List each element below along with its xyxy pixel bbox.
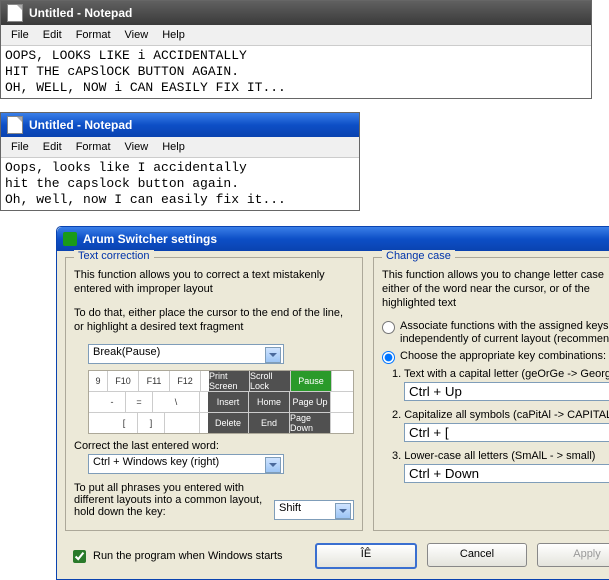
description: To do that, either place the cursor to t…	[74, 306, 354, 334]
key[interactable]: Delete	[208, 413, 249, 433]
description: This function allows you to change lette…	[382, 268, 609, 310]
key[interactable]: End	[249, 413, 290, 433]
key[interactable]: -	[99, 392, 126, 412]
shift-select[interactable]: Shift	[274, 500, 354, 520]
key[interactable]: [	[111, 413, 138, 433]
titlebar[interactable]: Arum Switcher settings ✕	[57, 227, 609, 251]
radio-label: Choose the appropriate key combinations:	[400, 350, 609, 363]
menu-edit[interactable]: Edit	[37, 27, 68, 43]
key[interactable]: F12	[170, 371, 201, 391]
window-title: Untitled - Notepad	[29, 118, 132, 132]
dropdown-value: Shift	[279, 502, 301, 514]
checkbox-label: Run the program when Windows starts	[93, 550, 283, 562]
menu-format[interactable]: Format	[70, 27, 117, 43]
opt2-input[interactable]	[404, 423, 609, 442]
menu-help[interactable]: Help	[156, 139, 191, 155]
dialog-title: Arum Switcher settings	[83, 232, 217, 246]
key[interactable]: Page Up	[290, 392, 331, 412]
key[interactable]: Home	[249, 392, 290, 412]
keyboard-preview: 9 F10 F11 F12 Print Screen Scroll Lock P…	[88, 370, 354, 434]
dialog-footer: Run the program when Windows starts ÎÊ C…	[57, 539, 609, 579]
notepad-icon	[7, 4, 23, 22]
key[interactable]: F11	[139, 371, 170, 391]
menu-file[interactable]: File	[5, 27, 35, 43]
key[interactable]: Print Screen	[209, 371, 250, 391]
common-layout-label: To put all phrases you entered with diff…	[74, 482, 268, 518]
key[interactable]	[165, 413, 200, 433]
correct-last-label: Correct the last entered word:	[74, 440, 354, 452]
opt1-input[interactable]	[404, 382, 609, 401]
key[interactable]: ]	[138, 413, 165, 433]
key[interactable]: 9	[89, 371, 108, 391]
notepad-window-after: Untitled - Notepad File Edit Format View…	[0, 112, 360, 211]
group-legend: Change case	[382, 250, 455, 262]
menu-file[interactable]: File	[5, 139, 35, 155]
key[interactable]: =	[126, 392, 153, 412]
hotkey-select[interactable]: Break(Pause)	[88, 344, 284, 364]
opt1-label: 1. Text with a capital letter (geOrGe ->…	[392, 368, 609, 380]
key[interactable]: F10	[108, 371, 139, 391]
cancel-button[interactable]: Cancel	[427, 543, 527, 567]
change-case-group: Change case This function allows you to …	[373, 257, 609, 531]
key[interactable]: Page Down	[290, 413, 331, 433]
dropdown-value: Ctrl + Windows key (right)	[93, 456, 219, 468]
menubar: File Edit Format View Help	[1, 25, 591, 46]
key[interactable]: Insert	[208, 392, 249, 412]
text-area[interactable]: Oops, looks like I accidentally hit the …	[1, 158, 359, 210]
settings-dialog: Arum Switcher settings ✕ Text correction…	[56, 226, 609, 580]
key[interactable]: Scroll Lock	[250, 371, 291, 391]
correct-last-select[interactable]: Ctrl + Windows key (right)	[88, 454, 284, 474]
key[interactable]: \	[153, 392, 200, 412]
notepad-icon	[7, 116, 23, 134]
notepad-window-before: Untitled - Notepad File Edit Format View…	[0, 0, 592, 99]
opt2-label: 2. Capitalize all symbols (caPitAl -> CA…	[392, 409, 609, 421]
menu-format[interactable]: Format	[70, 139, 117, 155]
menu-help[interactable]: Help	[156, 27, 191, 43]
menu-view[interactable]: View	[119, 27, 155, 43]
radio-assigned-keys[interactable]: Associate functions with the assigned ke…	[382, 320, 609, 346]
autostart-checkbox[interactable]: Run the program when Windows starts	[69, 547, 315, 566]
radio-choose-combos[interactable]: Choose the appropriate key combinations:	[382, 350, 609, 364]
dropdown-value: Break(Pause)	[93, 346, 160, 358]
description: This function allows you to correct a te…	[74, 268, 354, 296]
text-area[interactable]: OOPS, LOOKS LIKE i ACCIDENTALLY HIT THE …	[1, 46, 591, 98]
radio-input[interactable]	[382, 321, 395, 334]
titlebar[interactable]: Untitled - Notepad	[1, 1, 591, 25]
menubar: File Edit Format View Help	[1, 137, 359, 158]
radio-label: Associate functions with the assigned ke…	[400, 320, 609, 346]
window-title: Untitled - Notepad	[29, 6, 132, 20]
group-legend: Text correction	[74, 250, 154, 262]
key-pause[interactable]: Pause	[291, 371, 332, 391]
app-icon	[63, 232, 77, 246]
ok-button[interactable]: ÎÊ	[315, 543, 417, 569]
titlebar[interactable]: Untitled - Notepad	[1, 113, 359, 137]
checkbox-input[interactable]	[73, 550, 86, 563]
menu-view[interactable]: View	[119, 139, 155, 155]
opt3-label: 3. Lower-case all letters (SmAlL - > sma…	[392, 450, 609, 462]
radio-input[interactable]	[382, 351, 395, 364]
apply-button: Apply	[537, 543, 609, 567]
menu-edit[interactable]: Edit	[37, 139, 68, 155]
opt3-input[interactable]	[404, 464, 609, 483]
text-correction-group: Text correction This function allows you…	[65, 257, 363, 531]
